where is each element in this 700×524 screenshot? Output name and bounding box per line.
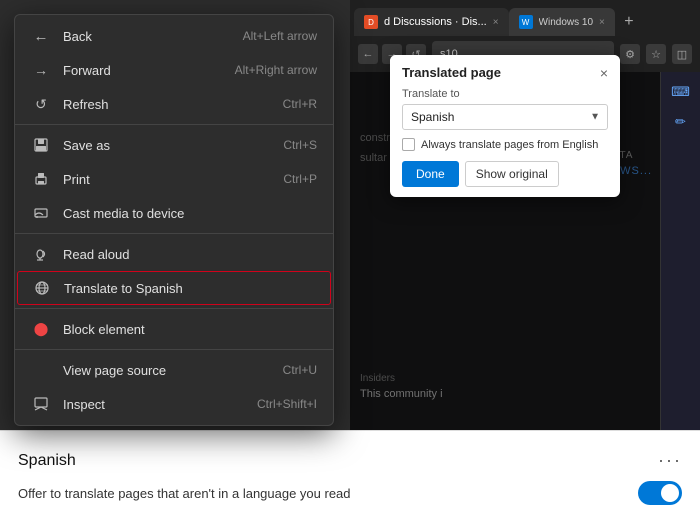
bottom-dots-button[interactable]: ···: [658, 450, 682, 471]
new-tab-button[interactable]: +: [615, 8, 643, 36]
tab-favicon-discussions: D: [364, 15, 378, 29]
divider-4: [15, 349, 333, 350]
context-menu: ← Back Alt+Left arrow → Forward Alt+Righ…: [14, 14, 334, 426]
block-label: Block element: [63, 322, 305, 337]
bottom-top-row: Spanish ···: [18, 450, 682, 471]
forward-label: Forward: [63, 63, 223, 78]
back-shortcut: Alt+Left arrow: [243, 29, 317, 43]
refresh-icon: ↺: [31, 94, 51, 114]
inspect-shortcut: Ctrl+Shift+I: [257, 397, 317, 411]
divider-3: [15, 308, 333, 309]
translate-icon: [32, 278, 52, 298]
translate-toggle[interactable]: [638, 481, 682, 505]
cast-label: Cast media to device: [63, 206, 305, 221]
tab-close-discussions[interactable]: ×: [493, 17, 499, 28]
save-as-label: Save as: [63, 138, 271, 153]
menu-item-refresh[interactable]: ↺ Refresh Ctrl+R: [15, 87, 333, 121]
dialog-buttons: Done Show original: [402, 161, 608, 187]
read-aloud-icon: [31, 244, 51, 264]
print-shortcut: Ctrl+P: [283, 172, 317, 186]
menu-item-cast[interactable]: Cast media to device: [15, 196, 333, 230]
favorites-icon[interactable]: ☆: [646, 44, 666, 64]
language-select[interactable]: Spanish: [402, 104, 608, 130]
refresh-shortcut: Ctrl+R: [283, 97, 317, 111]
save-as-shortcut: Ctrl+S: [283, 138, 317, 152]
bottom-description: Offer to translate pages that aren't in …: [18, 486, 351, 501]
forward-icon: →: [31, 60, 51, 80]
menu-item-back[interactable]: ← Back Alt+Left arrow: [15, 19, 333, 53]
back-icon: ←: [31, 26, 51, 46]
menu-item-print[interactable]: Print Ctrl+P: [15, 162, 333, 196]
tab-label-discussions: d Discussions · Dis...: [384, 16, 487, 28]
block-icon: ⬤: [31, 319, 51, 339]
divider-2: [15, 233, 333, 234]
tab-label-windows: Windows 10: [539, 17, 593, 28]
cast-icon: [31, 203, 51, 223]
right-panel: ⌨ ✏: [660, 72, 700, 430]
menu-item-translate[interactable]: Translate to Spanish: [17, 271, 331, 305]
settings-icon[interactable]: ⚙: [620, 44, 640, 64]
show-original-button[interactable]: Show original: [465, 161, 559, 187]
tab-favicon-windows: W: [519, 15, 533, 29]
menu-item-read-aloud[interactable]: Read aloud: [15, 237, 333, 271]
done-button[interactable]: Done: [402, 161, 459, 187]
back-label: Back: [63, 29, 231, 44]
translate-to-label: Translate to: [402, 88, 608, 100]
view-source-icon: [31, 360, 51, 380]
menu-item-view-source[interactable]: View page source Ctrl+U: [15, 353, 333, 387]
menu-item-inspect[interactable]: Inspect Ctrl+Shift+I: [15, 387, 333, 421]
tab-bar: D d Discussions · Dis... × W Windows 10 …: [350, 0, 700, 36]
dialog-body: Translate to Spanish ▼ Always translate …: [390, 84, 620, 197]
always-translate-label: Always translate pages from English: [421, 139, 598, 151]
read-aloud-label: Read aloud: [63, 247, 305, 262]
panel-icon-pen[interactable]: ✏: [669, 110, 693, 134]
refresh-label: Refresh: [63, 97, 271, 112]
nav-back-icon[interactable]: ←: [358, 44, 378, 64]
forward-shortcut: Alt+Right arrow: [235, 63, 317, 77]
dialog-title: Translated page: [402, 65, 501, 80]
always-translate-checkbox[interactable]: [402, 138, 415, 151]
divider-1: [15, 124, 333, 125]
view-source-label: View page source: [63, 363, 271, 378]
dialog-close-button[interactable]: ×: [600, 66, 608, 80]
menu-item-block[interactable]: ⬤ Block element: [15, 312, 333, 346]
panel-icon-translate[interactable]: ⌨: [669, 80, 693, 104]
translate-label: Translate to Spanish: [64, 281, 304, 296]
print-icon: [31, 169, 51, 189]
checkbox-row: Always translate pages from English: [402, 138, 608, 151]
view-source-shortcut: Ctrl+U: [283, 363, 317, 377]
bottom-bar: Spanish ··· Offer to translate pages tha…: [0, 430, 700, 524]
dialog-header: Translated page ×: [390, 55, 620, 84]
print-label: Print: [63, 172, 271, 187]
inspect-icon: [31, 394, 51, 414]
bottom-language: Spanish: [18, 452, 76, 470]
inspect-label: Inspect: [63, 397, 245, 412]
toggle-knob: [661, 484, 679, 502]
menu-item-forward[interactable]: → Forward Alt+Right arrow: [15, 53, 333, 87]
tab-close-windows[interactable]: ×: [599, 17, 605, 28]
sidebar-icon[interactable]: ◫: [672, 44, 692, 64]
save-icon: [31, 135, 51, 155]
translate-dialog: Translated page × Translate to Spanish ▼…: [390, 55, 620, 197]
language-select-wrapper: Spanish ▼: [402, 104, 608, 130]
tab-discussions[interactable]: D d Discussions · Dis... ×: [354, 8, 509, 36]
menu-item-save-as[interactable]: Save as Ctrl+S: [15, 128, 333, 162]
bottom-bottom-row: Offer to translate pages that aren't in …: [18, 481, 682, 505]
tab-windows10[interactable]: W Windows 10 ×: [509, 8, 615, 36]
